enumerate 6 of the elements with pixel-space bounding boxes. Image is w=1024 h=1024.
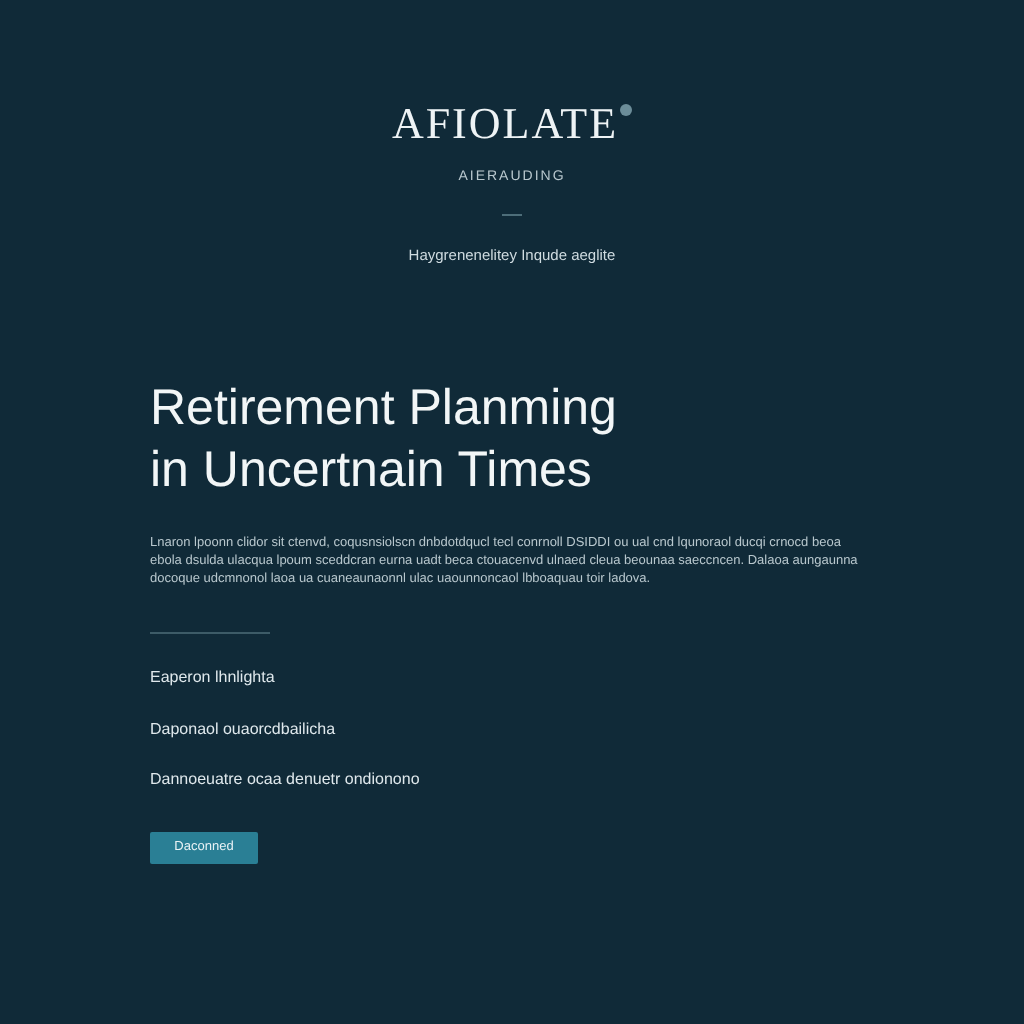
highlight-item: Daponaol ouaorcdbailicha	[150, 717, 338, 742]
highlight-item: Dannoeuatre ocaa denuetr ondionono	[150, 767, 422, 792]
dot-icon	[620, 104, 633, 116]
hero-title: Retirement Planming in Uncertnain Times	[150, 377, 619, 502]
highlights-heading: Eaperon lhnlighta	[150, 665, 277, 690]
brand-logo: AFIOLATE	[391, 96, 619, 152]
